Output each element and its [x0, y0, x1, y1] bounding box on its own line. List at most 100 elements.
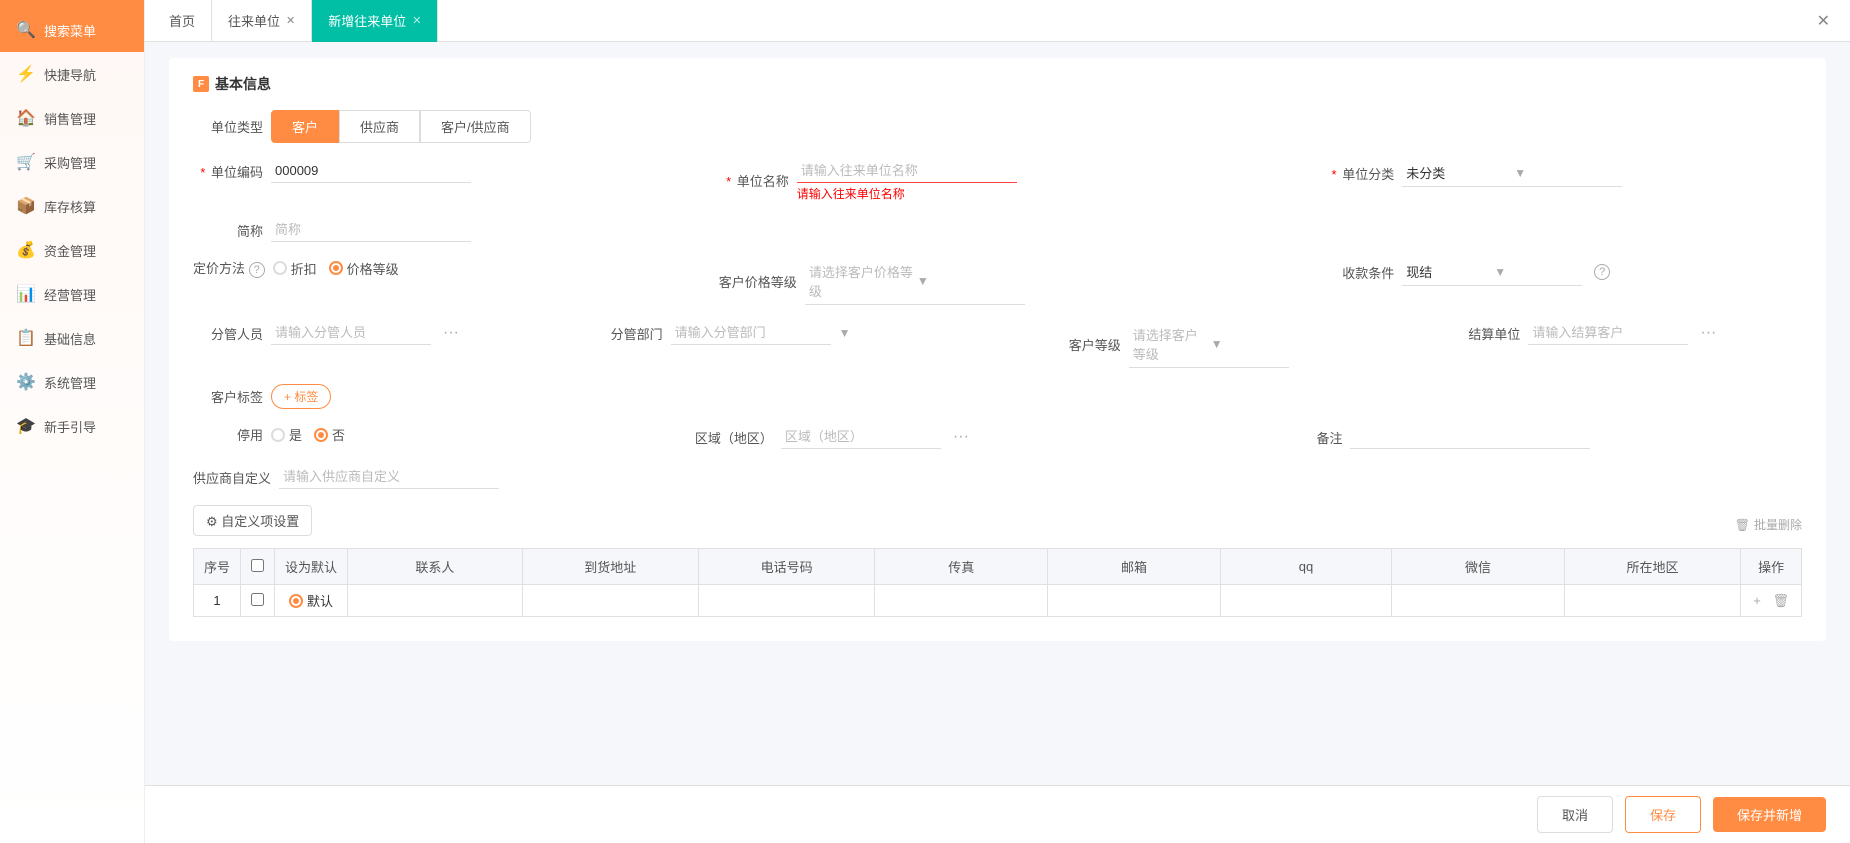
select-all-checkbox[interactable]: [251, 559, 264, 572]
disabled-label: 停用: [193, 425, 263, 444]
row-phone-input[interactable]: [707, 593, 866, 608]
tab-contacts-close[interactable]: ✕: [286, 14, 295, 27]
row-qq-input[interactable]: [1229, 593, 1383, 608]
add-tag-btn[interactable]: + 标签: [271, 384, 331, 409]
row-phone[interactable]: [698, 585, 874, 617]
unit-category-field: * 单位分类 未分类 ▼: [1324, 159, 1802, 187]
payment-help-icon[interactable]: ?: [1594, 264, 1610, 280]
unit-category-arrow: ▼: [1514, 166, 1618, 180]
department-input[interactable]: [671, 321, 831, 345]
tab-bar-close[interactable]: ✕: [1805, 11, 1842, 31]
ops-icon: 📊: [16, 284, 36, 304]
custom-settings-btn[interactable]: ⚙ 自定义项设置: [193, 505, 312, 536]
payment-terms-select[interactable]: 现结 ▼: [1402, 258, 1582, 286]
sidebar-item-purchase[interactable]: 🛒 采购管理: [0, 140, 144, 184]
sidebar-item-search[interactable]: 🔍 搜索菜单: [0, 8, 144, 52]
row-fax-input[interactable]: [883, 593, 1039, 608]
unit-name-star: *: [726, 174, 731, 189]
sidebar-item-sales[interactable]: 🏠 销售管理: [0, 96, 144, 140]
remark-label: 备注: [1272, 428, 1342, 447]
pricing-radio-group: 折扣 价格等级: [273, 259, 399, 278]
sidebar-item-finance[interactable]: 💰 资金管理: [0, 228, 144, 272]
pricing-discount-radio[interactable]: 折扣: [273, 259, 317, 278]
unit-type-both-btn[interactable]: 客户/供应商: [420, 110, 531, 143]
unit-name-error: 请输入往来单位名称: [797, 185, 1276, 202]
row-checkbox[interactable]: [241, 585, 275, 617]
shortname-row: 简称: [193, 218, 1802, 242]
remark-field: 备注: [1272, 425, 1802, 449]
row-region[interactable]: [1564, 585, 1740, 617]
row-default-radio[interactable]: 默认: [283, 591, 339, 610]
unit-category-select[interactable]: 未分类 ▼: [1402, 159, 1622, 187]
disabled-no-circle: [314, 428, 328, 442]
row-region-input[interactable]: [1573, 593, 1732, 608]
batch-delete-label: 批量删除: [1754, 516, 1802, 533]
save-button[interactable]: 保存: [1625, 796, 1701, 833]
customer-price-level-select[interactable]: 请选择客户价格等级 ▼: [805, 258, 1025, 305]
remark-input[interactable]: [1350, 425, 1590, 449]
unit-code-label: * 单位编码: [193, 162, 263, 181]
row-add-btn[interactable]: +: [1753, 593, 1761, 608]
row-qq[interactable]: [1220, 585, 1391, 617]
supplier-custom-input[interactable]: [279, 465, 499, 489]
col-fax: 传真: [875, 549, 1048, 585]
region-more-btn[interactable]: ···: [949, 428, 973, 446]
system-icon: ⚙️: [16, 372, 36, 392]
customer-level-select[interactable]: 请选择客户等级 ▼: [1129, 321, 1289, 368]
sidebar-item-system[interactable]: ⚙️ 系统管理: [0, 360, 144, 404]
pricing-level-radio[interactable]: 价格等级: [329, 259, 399, 278]
row-contact[interactable]: [348, 585, 523, 617]
row-address-input[interactable]: [531, 593, 690, 608]
row-email[interactable]: [1048, 585, 1221, 617]
supplier-custom-label: 供应商自定义: [193, 468, 271, 487]
settlement-unit-input[interactable]: [1528, 321, 1688, 345]
row-contact-input[interactable]: [356, 593, 514, 608]
col-index: 序号: [194, 549, 241, 585]
section-title-text: 基本信息: [215, 74, 271, 94]
sidebar-item-ops[interactable]: 📊 经营管理: [0, 272, 144, 316]
disabled-yes-radio[interactable]: 是: [271, 425, 302, 444]
disabled-row: 停用 是 否 区域（地区）: [193, 425, 1802, 449]
sidebar-item-guide[interactable]: 🎓 新手引导: [0, 404, 144, 448]
row-wechat-input[interactable]: [1400, 593, 1556, 608]
tab-new-contact[interactable]: 新增往来单位 ✕: [312, 0, 438, 42]
manager-input[interactable]: [271, 321, 431, 345]
tab-new-contact-close[interactable]: ✕: [412, 14, 421, 27]
tab-home[interactable]: 首页: [153, 0, 212, 42]
pricing-help-icon[interactable]: ?: [249, 262, 265, 278]
col-contact: 联系人: [348, 549, 523, 585]
cancel-button[interactable]: 取消: [1537, 796, 1613, 833]
unit-code-star: *: [200, 165, 205, 180]
row-email-input[interactable]: [1056, 593, 1212, 608]
tab-contacts[interactable]: 往来单位 ✕: [212, 0, 312, 42]
unit-category-star: *: [1332, 167, 1337, 182]
row-actions: + 🗑: [1741, 585, 1802, 617]
sidebar-item-inventory[interactable]: 📦 库存核算: [0, 184, 144, 228]
disabled-no-radio[interactable]: 否: [314, 425, 345, 444]
sidebar-item-basic[interactable]: 📋 基础信息: [0, 316, 144, 360]
section-title-icon: F: [193, 76, 209, 92]
unit-type-supplier-btn[interactable]: 供应商: [339, 110, 420, 143]
row-select-checkbox[interactable]: [251, 593, 264, 606]
short-name-field: 简称: [193, 218, 1802, 242]
batch-delete-btn[interactable]: 🗑 批量删除: [1735, 516, 1802, 533]
row-delete-btn[interactable]: 🗑: [1772, 593, 1789, 608]
manager-field: 分管人员 ···: [193, 321, 545, 345]
unit-type-customer-btn[interactable]: 客户: [271, 110, 339, 143]
row-index: 1: [194, 585, 241, 617]
settlement-more-btn[interactable]: ···: [1696, 324, 1720, 342]
row-wechat[interactable]: [1392, 585, 1565, 617]
row-address[interactable]: [522, 585, 698, 617]
row-fax[interactable]: [875, 585, 1048, 617]
manager-more-btn[interactable]: ···: [439, 324, 463, 342]
short-name-input[interactable]: [271, 218, 471, 242]
save-new-button[interactable]: 保存并新增: [1713, 797, 1826, 832]
manager-row: 分管人员 ··· 分管部门 ▼ 客户等级 请选择客户等级 ▼: [193, 321, 1802, 368]
unit-name-input[interactable]: [797, 159, 1017, 183]
sidebar-item-quicknav[interactable]: ⚡ 快捷导航: [0, 52, 144, 96]
table-section: ⚙ 自定义项设置 🗑 批量删除 序号 设为默认 联系人 到货地址: [193, 505, 1802, 617]
unit-code-input[interactable]: [271, 159, 471, 183]
col-region: 所在地区: [1564, 549, 1740, 585]
region-field: 区域（地区） ···: [695, 425, 1225, 449]
region-input[interactable]: [781, 425, 941, 449]
